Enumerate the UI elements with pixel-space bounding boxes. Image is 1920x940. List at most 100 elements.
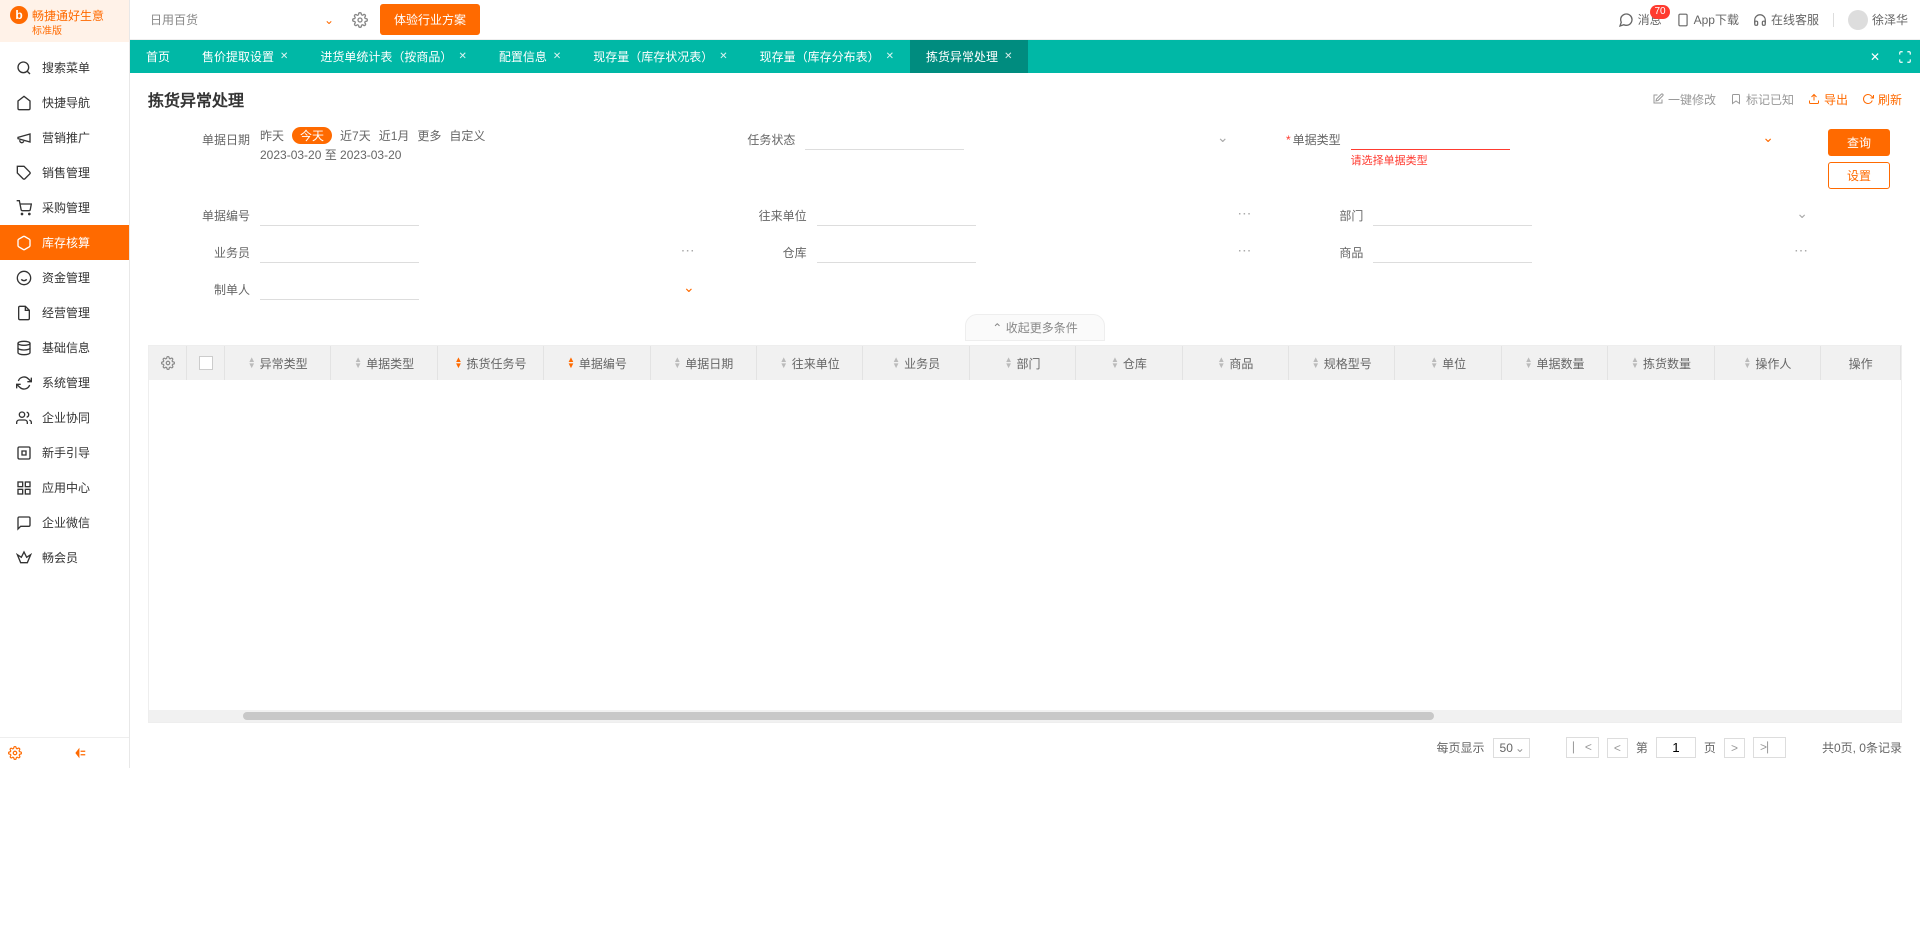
table-column-header[interactable]: ▲▼仓库 [1076, 346, 1182, 380]
messages-button[interactable]: 消息 70 [1618, 11, 1662, 28]
refresh-button[interactable]: 刷新 [1862, 91, 1902, 108]
date-option[interactable]: 今天 [292, 127, 332, 144]
nav-item-chat[interactable]: 企业微信 [0, 505, 129, 540]
tab-close-button[interactable]: ✕ [458, 51, 466, 62]
table-column-header[interactable]: ▲▼往来单位 [757, 346, 863, 380]
query-button[interactable]: 查询 [1828, 129, 1890, 156]
goods-select[interactable] [1373, 240, 1532, 263]
date-option[interactable]: 近1月 [379, 127, 410, 144]
user-menu[interactable]: 徐泽华 [1848, 10, 1908, 30]
tab[interactable]: 售价提取设置✕ [186, 40, 304, 73]
table-column-header[interactable]: ▲▼商品 [1183, 346, 1289, 380]
fullscreen-button[interactable] [1890, 40, 1920, 73]
more-icon[interactable]: ⋯ [1794, 242, 1808, 259]
app-download-button[interactable]: App下载 [1676, 11, 1739, 28]
table-column-header[interactable]: ▲▼规格型号 [1289, 346, 1395, 380]
table: ▲▼异常类型▲▼单据类型▲▼拣货任务号▲▼单据编号▲▼单据日期▲▼往来单位▲▼业… [148, 345, 1902, 723]
per-page-select[interactable]: 50 ⌄ [1493, 738, 1530, 758]
tab-close-button[interactable]: ✕ [553, 51, 561, 62]
tab[interactable]: 现存量（库存分布表）✕ [744, 40, 910, 73]
date-option[interactable]: 更多 [417, 127, 441, 144]
dept-select[interactable] [1373, 203, 1532, 226]
table-column-header[interactable]: ▲▼单据编号 [544, 346, 650, 380]
page-suffix: 页 [1704, 739, 1716, 756]
sidebar-collapse-button[interactable] [65, 738, 130, 768]
page-first-button[interactable]: ⎸< [1566, 737, 1599, 758]
settings-button[interactable]: 设置 [1828, 162, 1890, 189]
tab[interactable]: 配置信息✕ [483, 40, 577, 73]
tab[interactable]: 拣货异常处理✕ [910, 40, 1028, 73]
tab-close-button[interactable]: ✕ [886, 51, 894, 62]
nav-item-label: 基础信息 [42, 339, 90, 356]
table-column-header[interactable]: 操作 [1821, 346, 1901, 380]
date-option[interactable]: 昨天 [260, 127, 284, 144]
support-button[interactable]: 在线客服 [1753, 11, 1819, 28]
nav-item-search[interactable]: 搜索菜单 [0, 50, 129, 85]
more-icon[interactable]: ⋯ [681, 242, 695, 259]
partner-select[interactable] [817, 203, 976, 226]
tab-close-button[interactable]: ✕ [280, 51, 288, 62]
batch-edit-button[interactable]: 一键修改 [1652, 91, 1716, 108]
task-status-select[interactable] [805, 127, 964, 150]
date-option[interactable]: 近7天 [340, 127, 371, 144]
table-column-header[interactable]: ▲▼单据类型 [331, 346, 437, 380]
org-selector[interactable]: 日用百货 ⌄ [142, 7, 342, 32]
select-all-checkbox[interactable] [187, 346, 225, 380]
table-column-header[interactable]: ▲▼单据日期 [651, 346, 757, 380]
tab[interactable]: 首页 [130, 40, 186, 73]
more-icon[interactable]: ⋯ [1237, 242, 1251, 259]
nav-item-home[interactable]: 快捷导航 [0, 85, 129, 120]
salesman-select[interactable] [260, 240, 419, 263]
megaphone-icon [16, 130, 32, 146]
table-column-header[interactable]: ▲▼业务员 [863, 346, 969, 380]
org-settings-button[interactable] [348, 8, 372, 32]
table-column-header[interactable]: ▲▼拣货数量 [1608, 346, 1714, 380]
page-last-button[interactable]: >⎸ [1753, 737, 1786, 758]
nav-item-apps[interactable]: 应用中心 [0, 470, 129, 505]
table-column-header[interactable]: ▲▼异常类型 [225, 346, 331, 380]
collapse-filters-button[interactable]: ⌃ 收起更多条件 [965, 314, 1105, 341]
support-label: 在线客服 [1771, 11, 1819, 28]
nav-item-doc[interactable]: 经营管理 [0, 295, 129, 330]
nav-item-vip[interactable]: 畅会员 [0, 540, 129, 575]
gear-icon [352, 12, 368, 28]
nav-item-sync[interactable]: 系统管理 [0, 365, 129, 400]
date-option[interactable]: 自定义 [449, 127, 485, 144]
nav-item-cart[interactable]: 采购管理 [0, 190, 129, 225]
tab-close-all-button[interactable]: ✕ [1860, 40, 1890, 73]
table-settings-button[interactable] [149, 346, 187, 380]
table-column-header[interactable]: ▲▼部门 [970, 346, 1076, 380]
nav-item-megaphone[interactable]: 营销推广 [0, 120, 129, 155]
nav-item-guide[interactable]: 新手引导 [0, 435, 129, 470]
table-column-header[interactable]: ▲▼单据数量 [1502, 346, 1608, 380]
page-number-input[interactable] [1656, 737, 1696, 758]
export-button[interactable]: 导出 [1808, 91, 1848, 108]
nav-item-box[interactable]: 库存核算 [0, 225, 129, 260]
scrollbar-thumb[interactable] [243, 712, 1434, 720]
page-next-button[interactable]: > [1724, 738, 1745, 758]
tab-close-button[interactable]: ✕ [719, 51, 727, 62]
nav-item-team[interactable]: 企业协同 [0, 400, 129, 435]
horizontal-scrollbar[interactable] [149, 710, 1901, 722]
page-prev-button[interactable]: < [1607, 738, 1628, 758]
bill-no-input[interactable] [260, 203, 419, 226]
tab[interactable]: 现存量（库存状况表）✕ [577, 40, 743, 73]
industry-cta-button[interactable]: 体验行业方案 [380, 4, 480, 35]
tab[interactable]: 进货单统计表（按商品）✕ [304, 40, 482, 73]
more-icon[interactable]: ⋯ [1237, 205, 1251, 222]
nav-item-money[interactable]: 资金管理 [0, 260, 129, 295]
tab-close-button[interactable]: ✕ [1004, 51, 1012, 62]
maker-select[interactable] [260, 277, 419, 300]
bill-type-select[interactable] [1351, 127, 1510, 150]
chevron-down-icon: ⌄ [1515, 741, 1525, 755]
table-column-header[interactable]: ▲▼拣货任务号 [438, 346, 544, 380]
sort-icon: ▲▼ [1525, 357, 1533, 369]
nav-item-db[interactable]: 基础信息 [0, 330, 129, 365]
table-column-header[interactable]: ▲▼单位 [1395, 346, 1501, 380]
warehouse-select[interactable] [817, 240, 976, 263]
chevron-down-icon: ⌄ [324, 13, 334, 27]
mark-known-button[interactable]: 标记已知 [1730, 91, 1794, 108]
nav-item-tag[interactable]: 销售管理 [0, 155, 129, 190]
sidebar-settings-button[interactable] [0, 738, 65, 768]
table-column-header[interactable]: ▲▼操作人 [1715, 346, 1821, 380]
